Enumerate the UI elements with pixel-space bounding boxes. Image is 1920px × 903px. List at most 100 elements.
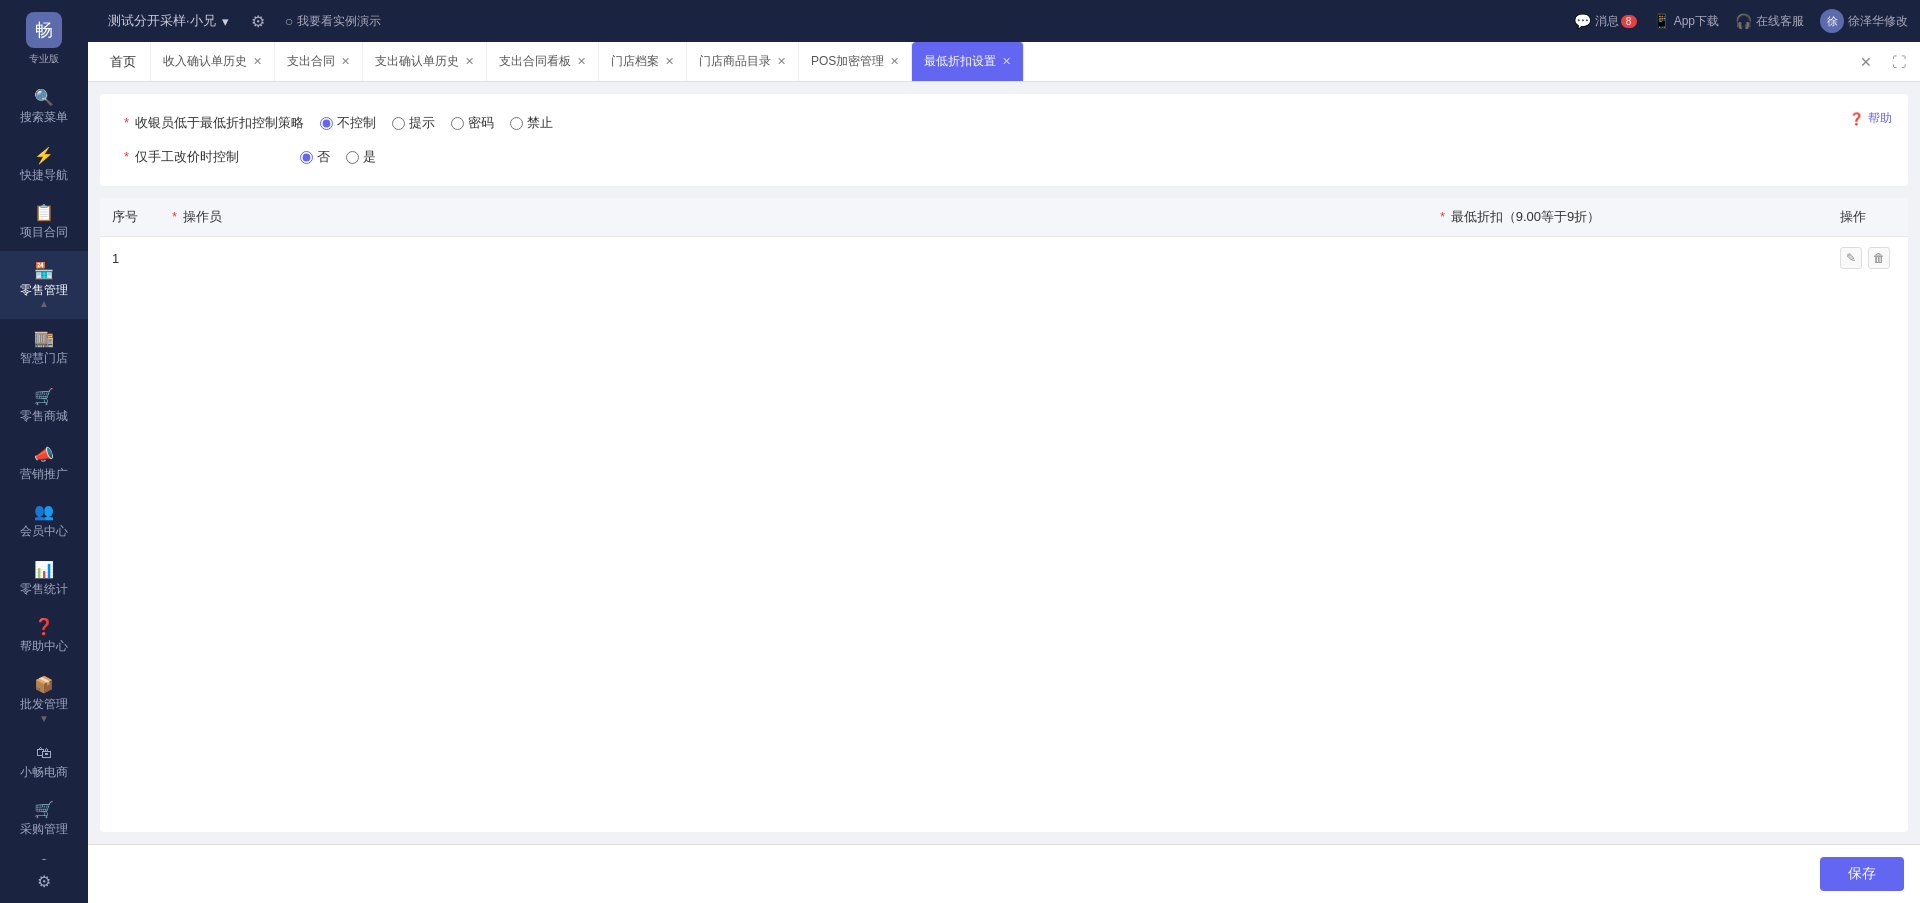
sidebar-item-12[interactable]: 🛒 采购管理 — [0, 790, 88, 848]
online-service-button[interactable]: 🎧 在线客服 — [1735, 13, 1804, 30]
save-button[interactable]: 保存 — [1820, 857, 1904, 891]
option-no-control[interactable]: 不控制 — [320, 114, 376, 132]
table-row: 1 ✎ 🗑 — [100, 237, 1908, 280]
tab-close-2[interactable]: ✕ — [341, 55, 350, 68]
option-yes[interactable]: 是 — [346, 148, 376, 166]
logo-icon: 畅 — [26, 12, 62, 48]
user-menu[interactable]: 徐 徐泽华修改 — [1820, 9, 1908, 33]
help-button[interactable]: ❓ 帮助 — [1849, 110, 1892, 127]
option-no-label: 否 — [317, 148, 330, 166]
row-actions: ✎ 🗑 — [1840, 247, 1896, 269]
sidebar-item-8[interactable]: 📊 零售统计 — [0, 550, 88, 608]
topbar-right: 💬 消息 8 📱 App下载 🎧 在线客服 徐 徐泽华修改 — [1574, 9, 1908, 33]
tab-label-3: 支出确认单历史 — [375, 53, 459, 70]
sidebar-item-1[interactable]: ⚡ 快捷导航 — [0, 136, 88, 194]
gear-icon: ⚙ — [251, 13, 265, 30]
sidebar-icon-4: 🏬 — [34, 329, 54, 348]
sidebar-item-11[interactable]: 🛍 小畅电商 — [0, 734, 88, 791]
control-strategy-label: * 收银员低于最低折扣控制策略 — [124, 114, 304, 132]
main-content: 测试分开采样·小兄 ▾ ⚙ ○ 我要看实例演示 💬 消息 8 📱 App下载 — [88, 0, 1920, 903]
sidebar-item-2[interactable]: 📋 项目合同 — [0, 193, 88, 251]
app-download-button[interactable]: 📱 App下载 — [1653, 13, 1719, 30]
col-header-action: 操作 — [1828, 198, 1908, 237]
tabbar-actions: ✕ ⛶ — [1854, 52, 1912, 72]
tab-item-5[interactable]: 门店档案✕ — [599, 42, 687, 82]
radio-remind[interactable] — [392, 117, 405, 130]
option-password-label: 密码 — [468, 114, 494, 132]
sidebar-item-0[interactable]: 🔍 搜索菜单 — [0, 78, 88, 136]
topbar: 测试分开采样·小兄 ▾ ⚙ ○ 我要看实例演示 💬 消息 8 📱 App下载 — [88, 0, 1920, 42]
col-header-seq: 序号 — [100, 198, 160, 237]
content-area: ❓ 帮助 * 收银员低于最低折扣控制策略 不控制 提示 — [88, 82, 1920, 844]
tab-item-7[interactable]: POS加密管理 ✕ — [799, 42, 912, 82]
sidebar-item-5[interactable]: 🛒 零售商城 — [0, 377, 88, 435]
option-remind-label: 提示 — [409, 114, 435, 132]
sidebar-item-6[interactable]: 📣 营销推广 — [0, 435, 88, 493]
avatar: 徐 — [1820, 9, 1844, 33]
app-download-label: App下载 — [1674, 13, 1719, 30]
tab-close-6[interactable]: ✕ — [777, 55, 786, 68]
option-remind[interactable]: 提示 — [392, 114, 435, 132]
sidebar-item-7[interactable]: 👥 会员中心 — [0, 492, 88, 550]
label-text: 收银员低于最低折扣控制策略 — [135, 115, 304, 130]
required-mark-op: * — [172, 209, 177, 224]
sidebar-label-7: 会员中心 — [20, 524, 68, 540]
edit-button[interactable]: ✎ — [1840, 247, 1862, 269]
app-logo: 畅 专业版 — [0, 0, 88, 78]
cell-seq: 1 — [100, 237, 160, 280]
tab-home[interactable]: 首页 — [96, 42, 151, 82]
topbar-settings-button[interactable]: ⚙ — [247, 8, 269, 35]
tab-label-7: POS加密管理 — [811, 53, 884, 70]
tab-close-3[interactable]: ✕ — [465, 55, 474, 68]
tab-item-4[interactable]: 支出合同看板 ✕ — [487, 42, 599, 82]
tab-label-8: 最低折扣设置 — [924, 53, 996, 70]
tab-close-1[interactable]: ✕ — [253, 55, 262, 68]
sidebar-item-9[interactable]: ❓ 帮助中心 — [0, 607, 88, 665]
project-name: 测试分开采样·小兄 — [108, 12, 216, 30]
sidebar-icon-3: 🏪 — [34, 261, 54, 280]
tab-item-6[interactable]: 门店商品目录✕ — [687, 42, 799, 82]
tab-close-5[interactable]: ✕ — [665, 55, 674, 68]
tab-close-7[interactable]: ✕ — [890, 55, 899, 68]
sidebar-icon-11: 🛍 — [36, 744, 52, 762]
tab-item-8[interactable]: 最低折扣设置 ✕ — [912, 42, 1024, 82]
tab-item-3[interactable]: 支出确认单历史 ✕ — [363, 42, 487, 82]
tab-expand-button[interactable]: ⛶ — [1886, 52, 1912, 72]
option-no[interactable]: 否 — [300, 148, 330, 166]
sidebar-label-9: 帮助中心 — [20, 639, 68, 655]
sidebar-icon-9: ❓ — [34, 617, 54, 636]
tab-label-2: 支出合同 — [287, 53, 335, 70]
demo-icon: ○ — [285, 13, 293, 29]
tab-label-4: 支出合同看板 — [499, 53, 571, 70]
sidebar-icon-2: 📋 — [34, 203, 54, 222]
demo-button[interactable]: ○ 我要看实例演示 — [285, 13, 381, 30]
sidebar-item-10[interactable]: 📦 批发管理 ▼ — [0, 665, 88, 734]
headset-icon: 🎧 — [1735, 13, 1752, 29]
option-password[interactable]: 密码 — [451, 114, 494, 132]
radio-forbid[interactable] — [510, 117, 523, 130]
sidebar-item-4[interactable]: 🏬 智慧门店 — [0, 319, 88, 377]
option-forbid-label: 禁止 — [527, 114, 553, 132]
radio-yes[interactable] — [346, 151, 359, 164]
sidebar-item-3[interactable]: 🏪 零售管理 ▲ — [0, 251, 88, 320]
sidebar-icon-12: 🛒 — [34, 800, 54, 819]
required-mark-disc: * — [1440, 209, 1445, 224]
option-no-control-label: 不控制 — [337, 114, 376, 132]
tab-item-1[interactable]: 收入确认单历史 ✕ — [151, 42, 275, 82]
radio-no-control[interactable] — [320, 117, 333, 130]
sidebar-item-13[interactable]: 📦 库存核算 — [0, 848, 88, 860]
project-selector[interactable]: 测试分开采样·小兄 ▾ — [100, 8, 237, 34]
messages-button[interactable]: 💬 消息 8 — [1574, 13, 1637, 30]
tab-close-4[interactable]: ✕ — [577, 55, 586, 68]
tab-item-2[interactable]: 支出合同 ✕ — [275, 42, 363, 82]
option-forbid[interactable]: 禁止 — [510, 114, 553, 132]
table-header-row: 序号 * 操作员 * 最低折扣（9.00等于9折） 操作 — [100, 198, 1908, 237]
tab-label-1: 收入确认单历史 — [163, 53, 247, 70]
required-mark2: * — [124, 149, 129, 164]
radio-password[interactable] — [451, 117, 464, 130]
tab-close-all-button[interactable]: ✕ — [1854, 52, 1878, 72]
radio-no[interactable] — [300, 151, 313, 164]
delete-button[interactable]: 🗑 — [1868, 247, 1890, 269]
tab-close-8[interactable]: ✕ — [1002, 55, 1011, 68]
sidebar-settings-button[interactable]: ⚙ — [0, 860, 88, 903]
